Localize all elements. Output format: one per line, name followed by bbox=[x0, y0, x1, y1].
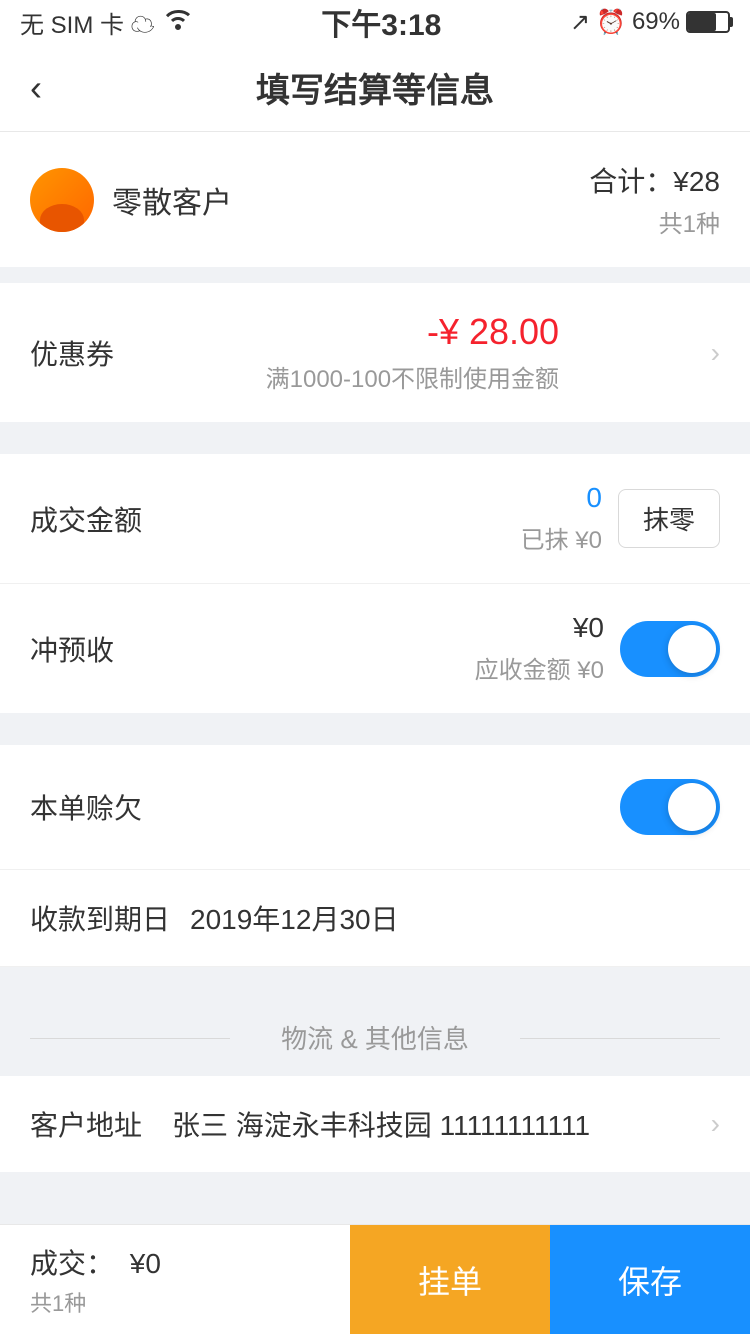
back-button[interactable]: ‹ bbox=[30, 67, 42, 109]
divider-3 bbox=[0, 983, 750, 999]
bottom-count: 共1种 bbox=[30, 1286, 350, 1318]
status-right: ↗ ⏰ 69% bbox=[570, 8, 730, 37]
save-button[interactable]: 保存 bbox=[550, 1225, 750, 1334]
due-date-row: 收款到期日 2019年12月30日 bbox=[0, 870, 750, 967]
address-value: 张三 海淀永丰科技园 11111111111 bbox=[172, 1104, 711, 1144]
divider-1 bbox=[0, 438, 750, 454]
prepaid-amount: ¥0 bbox=[475, 612, 604, 644]
due-date-label: 收款到期日 bbox=[30, 898, 170, 938]
bottom-deal-row: 成交： ¥0 bbox=[30, 1242, 350, 1282]
bottom-deal-amount: ¥0 bbox=[130, 1248, 161, 1279]
prepaid-label: 冲预收 bbox=[30, 629, 114, 669]
status-time: 下午3:18 bbox=[321, 0, 441, 44]
bottom-bar: 成交： ¥0 共1种 挂单 保存 bbox=[0, 1224, 750, 1334]
deal-amount-label: 成交金额 bbox=[30, 499, 142, 539]
logistics-label: 物流 & 其他信息 bbox=[0, 999, 750, 1076]
debt-toggle-knob bbox=[668, 783, 716, 831]
customer-avatar bbox=[30, 168, 94, 232]
deal-amount-value[interactable]: 0 bbox=[521, 482, 602, 514]
customer-total: 合计：¥28 共1种 bbox=[589, 160, 720, 239]
coupon-right: -¥ 28.00 满1000-100不限制使用金额 bbox=[266, 311, 559, 394]
status-left: 无 SIM 卡 ☁ bbox=[20, 5, 193, 40]
content: 零散客户 合计：¥28 共1种 优惠券 -¥ 28.00 满1000-100不限… bbox=[0, 132, 750, 1308]
debt-row: 本单赊欠 bbox=[0, 745, 750, 870]
customer-row: 零散客户 合计：¥28 共1种 bbox=[0, 132, 750, 267]
toggle-knob bbox=[668, 625, 716, 673]
prepaid-row: 冲预收 ¥0 应收金额 ¥0 bbox=[0, 584, 750, 713]
round-zero-button[interactable]: 抹零 bbox=[618, 489, 720, 548]
coupon-section: 优惠券 -¥ 28.00 满1000-100不限制使用金额 › bbox=[0, 283, 750, 422]
address-label: 客户地址 bbox=[30, 1104, 142, 1144]
debt-label: 本单赊欠 bbox=[30, 787, 142, 827]
debt-toggle[interactable] bbox=[620, 779, 720, 835]
due-date-value[interactable]: 2019年12月30日 bbox=[190, 898, 399, 938]
nav-bar: ‹ 填写结算等信息 bbox=[0, 44, 750, 132]
battery-percent: 69% bbox=[632, 8, 680, 36]
prepaid-toggle[interactable] bbox=[620, 621, 720, 677]
coupon-discount: -¥ 28.00 bbox=[266, 311, 559, 353]
bottom-info: 成交： ¥0 共1种 bbox=[0, 1242, 350, 1318]
page-title: 填写结算等信息 bbox=[256, 63, 494, 112]
prepaid-sub: 应收金额 ¥0 bbox=[475, 650, 604, 685]
logistics-label-text: 物流 & 其他信息 bbox=[281, 1024, 469, 1054]
coupon-row[interactable]: 优惠券 -¥ 28.00 满1000-100不限制使用金额 › bbox=[0, 283, 750, 422]
address-row[interactable]: 客户地址 张三 海淀永丰科技园 11111111111 › bbox=[0, 1076, 750, 1172]
sim-status: 无 SIM 卡 ☁ bbox=[20, 5, 155, 40]
coupon-chevron: › bbox=[711, 337, 720, 369]
prepaid-right: ¥0 应收金额 ¥0 bbox=[475, 612, 720, 685]
coupon-label: 优惠券 bbox=[30, 333, 114, 373]
total-amount: 合计：¥28 bbox=[589, 160, 720, 200]
hang-button[interactable]: 挂单 bbox=[350, 1225, 550, 1334]
address-chevron: › bbox=[711, 1108, 720, 1140]
deal-amount-right: 0 已抹 ¥0 抹零 bbox=[521, 482, 720, 555]
deal-amount-sub: 已抹 ¥0 bbox=[521, 520, 602, 555]
bottom-deal-label: 成交： bbox=[30, 1248, 114, 1279]
address-section: 客户地址 张三 海淀永丰科技园 11111111111 › bbox=[0, 1076, 750, 1172]
alarm-icon: ⏰ bbox=[596, 8, 626, 37]
transaction-section: 成交金额 0 已抹 ¥0 抹零 冲预收 ¥0 应收金额 ¥0 bbox=[0, 454, 750, 713]
deal-amount-row: 成交金额 0 已抹 ¥0 抹零 bbox=[0, 454, 750, 584]
customer-section: 零散客户 合计：¥28 共1种 bbox=[0, 132, 750, 267]
wifi-icon bbox=[163, 8, 193, 37]
debt-section: 本单赊欠 收款到期日 2019年12月30日 bbox=[0, 745, 750, 967]
battery-icon bbox=[686, 11, 730, 33]
coupon-note: 满1000-100不限制使用金额 bbox=[266, 359, 559, 394]
divider-2 bbox=[0, 729, 750, 745]
customer-left: 零散客户 bbox=[30, 168, 232, 232]
customer-name: 零散客户 bbox=[112, 178, 232, 222]
status-bar: 无 SIM 卡 ☁ 下午3:18 ↗ ⏰ 69% bbox=[0, 0, 750, 44]
total-count: 共1种 bbox=[589, 204, 720, 239]
location-icon: ↗ bbox=[570, 8, 590, 37]
